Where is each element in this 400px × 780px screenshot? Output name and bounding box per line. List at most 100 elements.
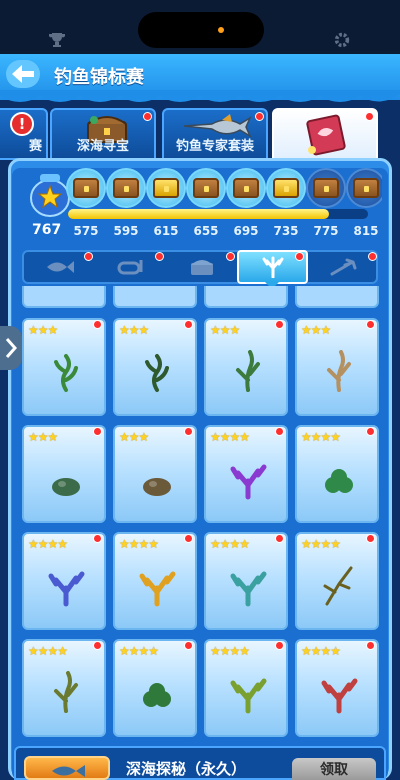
category-treasure[interactable] [166, 252, 237, 282]
book-icon [306, 114, 346, 156]
category-fish[interactable] [24, 252, 95, 282]
treasure-chest-icon [233, 178, 259, 198]
notification-dot [255, 112, 264, 121]
seagrass-dark-icon [145, 354, 169, 392]
milestone-reward[interactable] [106, 168, 146, 208]
treasure-icon [190, 260, 213, 275]
back-button[interactable] [6, 60, 40, 88]
fish-icon [46, 261, 74, 273]
chevron-right-icon [5, 338, 18, 358]
treasure-chest-icon [153, 178, 179, 198]
notification-dot [275, 641, 284, 650]
current-star-count: 767 [32, 222, 62, 238]
milestone-value: 615 [153, 224, 179, 238]
tab-label: 深海寻宝 [76, 139, 129, 154]
notification-dot [366, 320, 375, 329]
star-rating: ★★★ [119, 430, 149, 444]
milestone-value: 735 [273, 224, 299, 238]
seaweed-green-icon [54, 354, 78, 392]
trophy-icon[interactable] [48, 32, 66, 48]
snorkel-icon [117, 260, 142, 275]
milestone-reward[interactable] [266, 168, 306, 208]
notification-dot [93, 427, 102, 436]
star-rating: ★★★★ [301, 644, 341, 658]
camera-notch [138, 12, 264, 48]
milestone-value: 815 [353, 224, 379, 238]
recording-indicator [218, 27, 224, 33]
collection-card[interactable]: ★★★ [22, 425, 106, 523]
star-rating: ★★★ [301, 323, 331, 337]
milestone-value: 695 [233, 224, 259, 238]
notification-dot [226, 252, 235, 261]
notification-dot [84, 252, 93, 261]
category-snorkel[interactable] [95, 252, 166, 282]
trident-icon [330, 258, 356, 276]
notification-dot [93, 320, 102, 329]
star-rating: ★★★★ [210, 644, 250, 658]
milestone-value: 575 [73, 224, 99, 238]
kelp-tan-icon [327, 350, 351, 392]
category-coral[interactable] [237, 250, 308, 284]
kelp-olive-icon [54, 671, 78, 713]
notification-dot [366, 534, 375, 543]
collection-card[interactable]: ★★★★ [295, 639, 379, 737]
notification-dot [184, 641, 193, 650]
coral-orange-icon [139, 571, 176, 607]
star-rating: ★★★★ [301, 537, 341, 551]
claim-button[interactable]: 领取 [292, 758, 376, 780]
milestone-reward[interactable] [66, 168, 106, 208]
tab-fishing-expert-set[interactable]: 钓鱼专家套装 [162, 108, 268, 160]
milestone-value: 655 [193, 224, 219, 238]
tab-bar: 赛 深海寻宝 钓鱼专家套装 [0, 108, 400, 164]
tab-collection-book[interactable] [272, 108, 378, 164]
star-rating: ★★★★ [210, 430, 250, 444]
collection-card[interactable]: ★★★★ [204, 425, 288, 523]
treasure-chest-icon [193, 178, 219, 198]
alert-badge: ! [10, 112, 34, 136]
collection-card[interactable]: ★★★ [113, 318, 197, 416]
collection-card[interactable]: ★★★★ [22, 532, 106, 630]
milestone-reward[interactable] [226, 168, 266, 208]
collection-card[interactable]: ★★★★ [295, 425, 379, 523]
notification-dot [184, 427, 193, 436]
collection-card[interactable]: ★★★★ [295, 532, 379, 630]
milestone-reward[interactable] [306, 168, 346, 208]
category-bar [22, 250, 378, 284]
notification-dot [366, 641, 375, 650]
star-rating: ★★★★ [28, 537, 68, 551]
notification-dot [143, 112, 152, 121]
rock-green-icon [52, 478, 80, 496]
page-title: 钓鱼锦标赛 [54, 67, 144, 88]
tab-label: 钓鱼专家套装 [175, 139, 254, 154]
side-expand-button[interactable] [0, 326, 22, 370]
milestone-value: 775 [313, 224, 339, 238]
star-jar-icon [30, 174, 70, 217]
milestone-value: 595 [113, 224, 139, 238]
gear-icon[interactable] [333, 31, 351, 49]
tab-deep-sea-treasure[interactable]: 深海寻宝 [50, 108, 156, 160]
notification-dot [368, 252, 377, 261]
collection-card[interactable]: ★★★ [22, 318, 106, 416]
reward-thumbnail [24, 756, 110, 780]
milestone-reward[interactable] [346, 168, 382, 208]
collection-card[interactable]: ★★★★ [204, 532, 288, 630]
collection-card[interactable]: ★★★ [113, 425, 197, 523]
card-stub [22, 286, 106, 308]
milestone-reward[interactable] [186, 168, 226, 208]
notification-dot [275, 427, 284, 436]
tab-label: 赛 [28, 139, 42, 154]
treasure-chest-icon [273, 178, 299, 198]
treasure-chest-icon [113, 178, 139, 198]
coral-blue-pink-icon [48, 571, 85, 607]
collection-card[interactable]: ★★★★ [204, 639, 288, 737]
collection-card[interactable]: ★★★★ [113, 639, 197, 737]
coral-purple-icon [230, 464, 267, 500]
collection-card[interactable]: ★★★ [204, 318, 288, 416]
collection-card[interactable]: ★★★★ [113, 532, 197, 630]
algae-green-icon [143, 683, 171, 707]
collection-card[interactable]: ★★★★ [22, 639, 106, 737]
collection-card[interactable]: ★★★ [295, 318, 379, 416]
milestone-reward[interactable] [146, 168, 186, 208]
notification-dot [295, 252, 304, 261]
category-trident[interactable] [308, 252, 379, 282]
